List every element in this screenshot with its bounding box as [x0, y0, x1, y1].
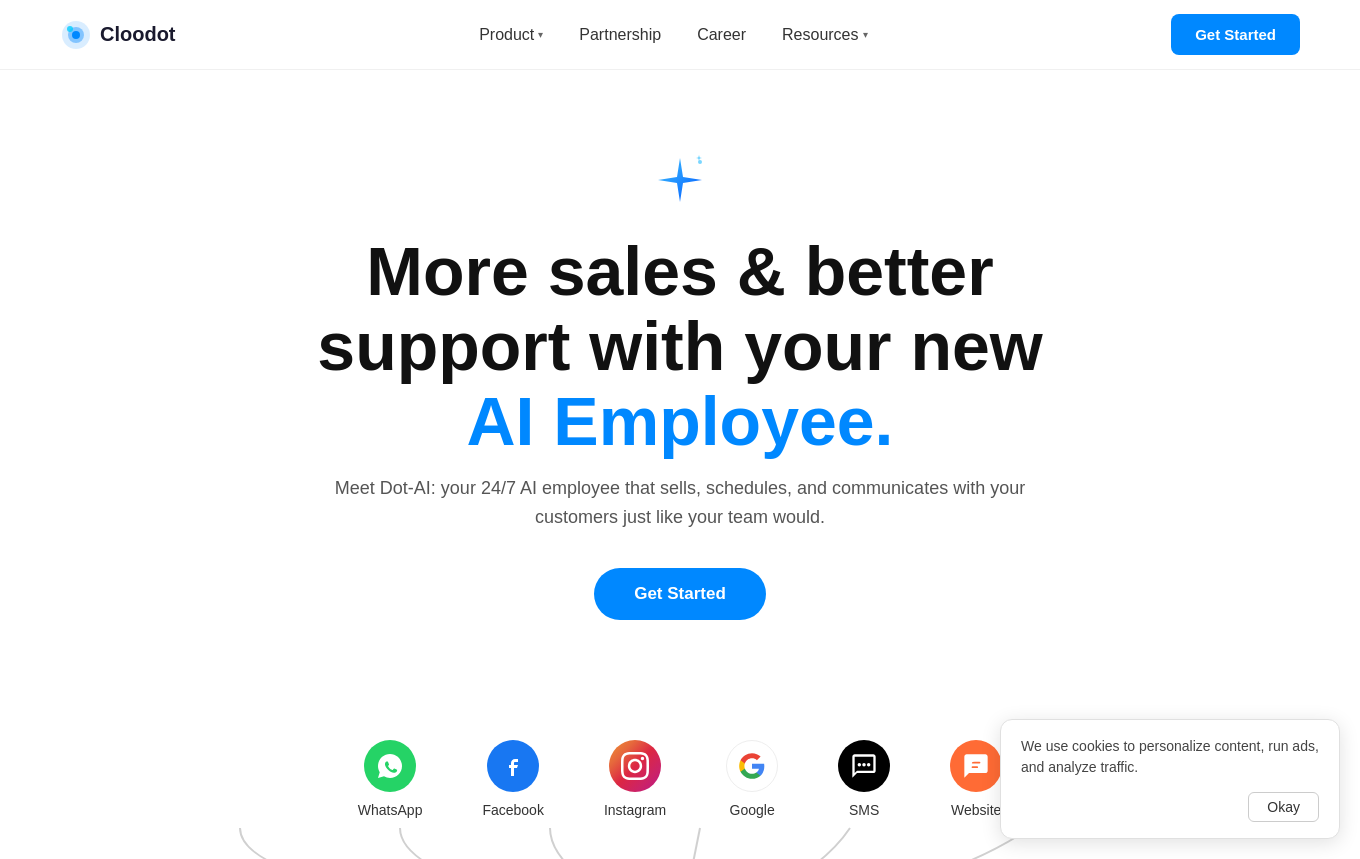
- whatsapp-label: WhatsApp: [358, 802, 423, 818]
- channel-website: Website: [950, 740, 1002, 818]
- website-label: Website: [951, 802, 1001, 818]
- cookie-okay-button[interactable]: Okay: [1248, 792, 1319, 822]
- nav-item-partnership[interactable]: Partnership: [579, 26, 661, 44]
- facebook-icon: [487, 740, 539, 792]
- google-icon: [726, 740, 778, 792]
- navbar: Cloodot Product ▾ Partnership Career Res…: [0, 0, 1360, 70]
- cookie-message: We use cookies to personalize content, r…: [1021, 736, 1319, 778]
- sms-icon: [838, 740, 890, 792]
- hero-title-line2: support with your new: [317, 308, 1042, 384]
- nav-links: Product ▾ Partnership Career Resources ▾: [479, 26, 867, 44]
- channel-facebook: Facebook: [482, 740, 543, 818]
- hero-subtitle: Meet Dot-AI: your 24/7 AI employee that …: [330, 474, 1030, 532]
- chevron-down-icon: ▾: [538, 29, 543, 40]
- nav-link-resources[interactable]: Resources ▾: [782, 26, 867, 44]
- svg-point-3: [67, 26, 73, 32]
- svg-point-7: [867, 763, 871, 767]
- svg-point-5: [858, 763, 862, 767]
- instagram-label: Instagram: [604, 802, 666, 818]
- nav-item-product[interactable]: Product ▾: [479, 26, 543, 44]
- facebook-label: Facebook: [482, 802, 543, 818]
- nav-link-career[interactable]: Career: [697, 26, 746, 44]
- hero-title: More sales & better support with your ne…: [317, 234, 1042, 458]
- sparkle-icon: [650, 150, 710, 210]
- nav-link-product[interactable]: Product ▾: [479, 26, 543, 44]
- hero-section: More sales & better support with your ne…: [0, 70, 1360, 680]
- chevron-down-icon: ▾: [863, 29, 868, 40]
- brand-name: Cloodot: [100, 23, 176, 46]
- logo[interactable]: Cloodot: [60, 19, 176, 51]
- nav-item-career[interactable]: Career: [697, 26, 746, 44]
- hero-get-started-button[interactable]: Get Started: [594, 568, 766, 620]
- svg-point-2: [72, 31, 80, 39]
- nav-link-partnership[interactable]: Partnership: [579, 26, 661, 44]
- google-label: Google: [730, 802, 775, 818]
- cookie-notice: We use cookies to personalize content, r…: [1000, 719, 1340, 839]
- instagram-icon: [609, 740, 661, 792]
- sms-label: SMS: [849, 802, 879, 818]
- channel-whatsapp: WhatsApp: [358, 740, 423, 818]
- hero-title-highlight: AI Employee.: [466, 383, 893, 459]
- nav-item-resources[interactable]: Resources ▾: [782, 26, 867, 44]
- whatsapp-icon: [364, 740, 416, 792]
- nav-get-started-button[interactable]: Get Started: [1171, 14, 1300, 55]
- svg-point-6: [862, 763, 866, 767]
- channel-sms: SMS: [838, 740, 890, 818]
- channel-google: Google: [726, 740, 778, 818]
- hero-title-line1: More sales & better: [366, 233, 993, 309]
- cookie-actions: Okay: [1021, 792, 1319, 822]
- svg-point-4: [698, 160, 702, 164]
- channel-instagram: Instagram: [604, 740, 666, 818]
- website-icon: [950, 740, 1002, 792]
- logo-icon: [60, 19, 92, 51]
